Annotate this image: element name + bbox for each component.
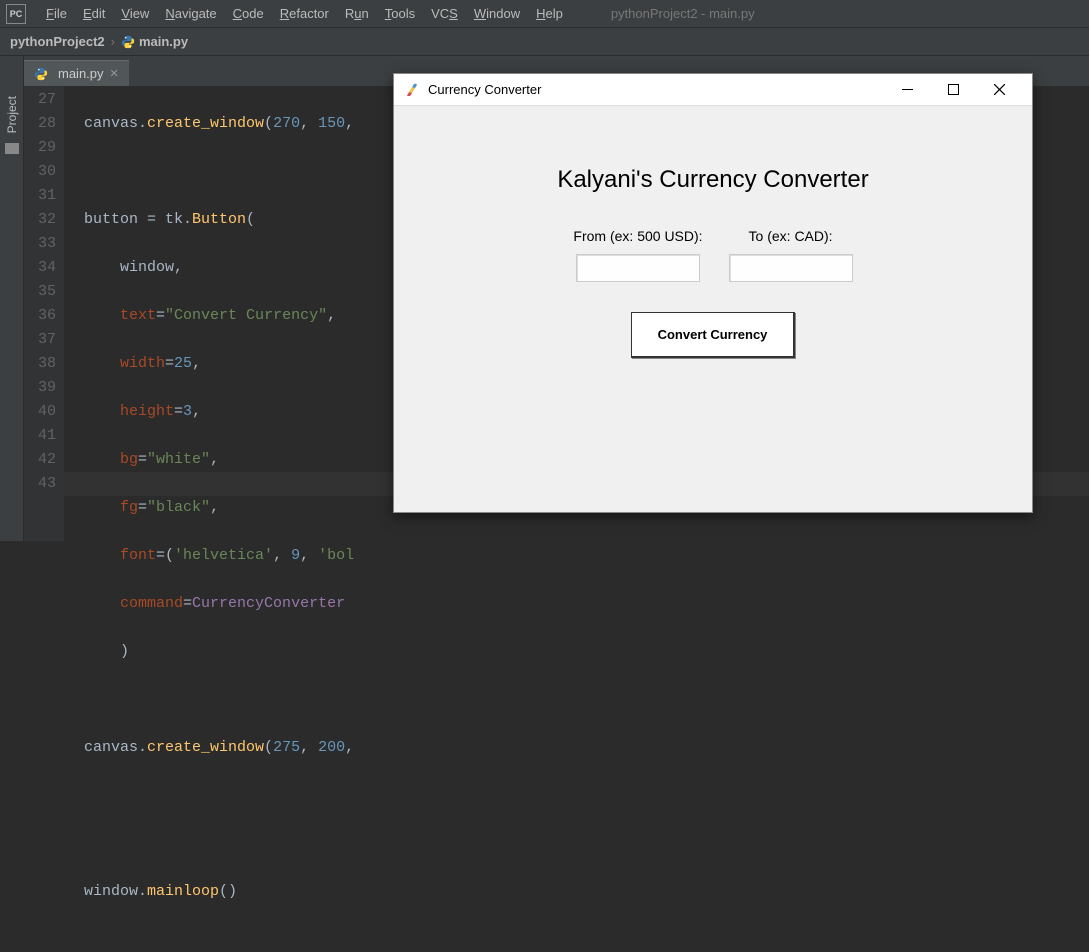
toolwindow-project-label[interactable]: Project <box>5 96 19 133</box>
menu-bar: PC File Edit View Navigate Code Refactor… <box>0 0 1089 28</box>
close-icon[interactable]: ✕ <box>110 67 119 80</box>
breadcrumb-project[interactable]: pythonProject2 <box>10 34 105 49</box>
ide-logo: PC <box>6 4 26 24</box>
menu-edit[interactable]: Edit <box>75 0 113 28</box>
python-icon <box>121 35 135 49</box>
menu-navigate[interactable]: Navigate <box>157 0 224 28</box>
menu-run[interactable]: Run <box>337 0 377 28</box>
breadcrumb-file[interactable]: main.py <box>139 34 188 49</box>
tool-window-strip: Project <box>0 86 24 541</box>
menu-tools[interactable]: Tools <box>377 0 423 28</box>
tab-main-py[interactable]: main.py ✕ <box>24 60 129 86</box>
menu-refactor[interactable]: Refactor <box>272 0 337 28</box>
window-title: pythonProject2 - main.py <box>611 6 755 21</box>
menu-file[interactable]: File <box>38 0 75 28</box>
menu-window[interactable]: Window <box>466 0 528 28</box>
code-content[interactable]: canvas.create_window(270, 150, button = … <box>64 86 1089 952</box>
gutter: 272829 303132 333435 363738 394041 4243 <box>24 86 64 541</box>
menu-view[interactable]: View <box>113 0 157 28</box>
menu-vcs[interactable]: VCS <box>423 0 466 28</box>
python-icon <box>34 67 48 81</box>
breadcrumb-sep: › <box>111 34 115 49</box>
folder-icon <box>5 143 19 154</box>
tab-label: main.py <box>58 66 104 81</box>
code-editor[interactable]: 272829 303132 333435 363738 394041 4243 … <box>24 86 1089 541</box>
menu-code[interactable]: Code <box>225 0 272 28</box>
menu-help[interactable]: Help <box>528 0 571 28</box>
breadcrumb: pythonProject2 › main.py <box>0 28 1089 56</box>
toolwindow-strip-top <box>0 56 24 86</box>
